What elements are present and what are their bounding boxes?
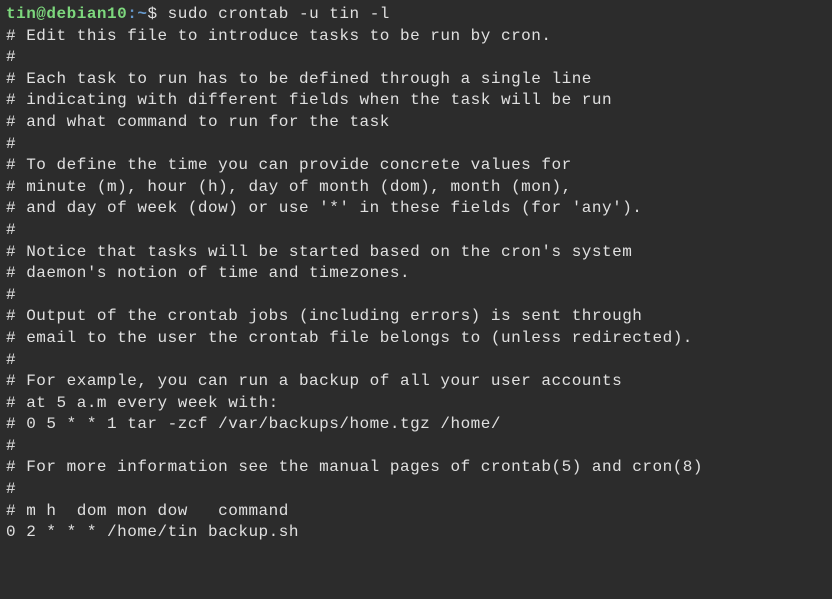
output-line: # minute (m), hour (h), day of month (do… [6,177,826,199]
output-line: # For more information see the manual pa… [6,457,826,479]
prompt-path: ~ [137,5,147,23]
output-line: # [6,134,826,156]
output-line: # [6,479,826,501]
output-line: # email to the user the crontab file bel… [6,328,826,350]
output-line: # Each task to run has to be defined thr… [6,69,826,91]
output-line: # [6,350,826,372]
prompt-separator: : [127,5,137,23]
output-line: # m h dom mon dow command [6,501,826,523]
output-line: # and day of week (dow) or use '*' in th… [6,198,826,220]
prompt-symbol: $ [147,5,157,23]
output-line: # To define the time you can provide con… [6,155,826,177]
output-line: # at 5 a.m every week with: [6,393,826,415]
output-line: # and what command to run for the task [6,112,826,134]
terminal-output: # Edit this file to introduce tasks to b… [6,26,826,544]
output-line: # daemon's notion of time and timezones. [6,263,826,285]
output-line: # 0 5 * * 1 tar -zcf /var/backups/home.t… [6,414,826,436]
output-line: # For example, you can run a backup of a… [6,371,826,393]
output-line: 0 2 * * * /home/tin backup.sh [6,522,826,544]
prompt-user-host: tin@debian10 [6,5,127,23]
output-line: # Output of the crontab jobs (including … [6,306,826,328]
terminal-prompt-line[interactable]: tin@debian10:~$ sudo crontab -u tin -l [6,4,826,26]
output-line: # [6,47,826,69]
output-line: # Notice that tasks will be started base… [6,242,826,264]
output-line: # Edit this file to introduce tasks to b… [6,26,826,48]
output-line: # [6,285,826,307]
output-line: # indicating with different fields when … [6,90,826,112]
output-line: # [6,220,826,242]
output-line: # [6,436,826,458]
prompt-command: sudo crontab -u tin -l [168,5,390,23]
